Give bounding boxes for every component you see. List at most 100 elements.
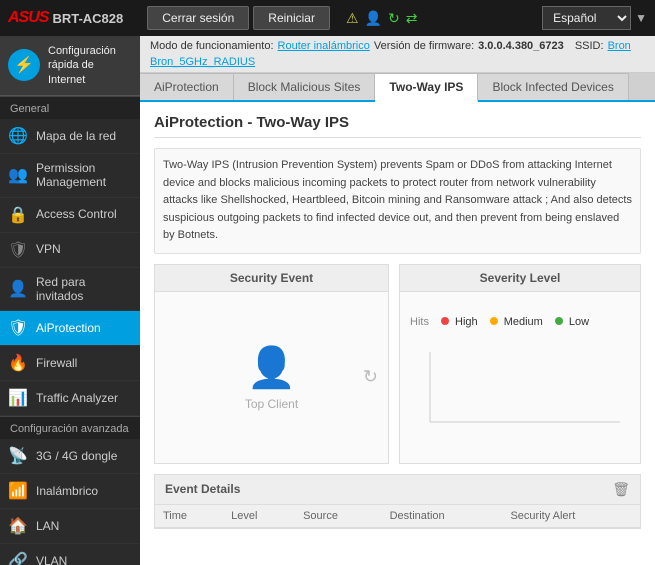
- ssid-value-link[interactable]: Bron: [608, 40, 631, 52]
- sidebar-item-vpn[interactable]: 🛡 VPN: [0, 233, 140, 268]
- header: ASUS BRT-AC828 Cerrar sesión Reiniciar ⚠…: [0, 0, 655, 36]
- sidebar-item-mapa[interactable]: 🌐 Mapa de la red: [0, 119, 140, 154]
- traffic-icon: 📊: [8, 388, 28, 408]
- severity-level-title: Severity Level: [400, 265, 640, 292]
- dongle-icon: 📡: [8, 446, 28, 466]
- high-dot: [441, 317, 449, 325]
- refresh-icon[interactable]: ↻: [388, 10, 400, 27]
- ssid2-value-link[interactable]: Bron_5GHz_RADIUS: [150, 56, 255, 68]
- sidebar-item-guest[interactable]: 👤 Red para invitados: [0, 268, 140, 312]
- col-level: Level: [223, 505, 295, 528]
- sidebar-item-wireless[interactable]: 📶 Inalámbrico: [0, 474, 140, 509]
- guest-icon: 👤: [8, 279, 28, 299]
- sev-content: Hits High Medium: [400, 302, 640, 452]
- network-map-icon: 🌐: [8, 126, 28, 146]
- sidebar-item-access[interactable]: 🔒 Access Control: [0, 198, 140, 233]
- quick-setup-label: Configuración rápida de Internet: [48, 44, 132, 87]
- user-icon: 👤: [365, 10, 382, 27]
- close-session-button[interactable]: Cerrar sesión: [147, 6, 249, 30]
- tab-two-way-ips[interactable]: Two-Way IPS: [375, 73, 478, 102]
- col-destination: Destination: [382, 505, 503, 528]
- network-icon: ⇄: [406, 10, 418, 27]
- vlan-icon: 🔗: [8, 551, 28, 565]
- low-dot: [555, 317, 563, 325]
- chart-area: [410, 342, 630, 442]
- sidebar-item-label: Red para invitados: [36, 275, 132, 304]
- description-text: Two-Way IPS (Intrusion Prevention System…: [154, 148, 641, 254]
- high-label: High: [455, 316, 478, 328]
- tab-aiprotection[interactable]: AiProtection: [140, 73, 234, 100]
- language-dropdown[interactable]: Español English Português: [542, 6, 631, 30]
- col-security-alert: Security Alert: [502, 505, 640, 528]
- top-client-label: Top Client: [245, 397, 298, 411]
- sidebar-item-lan[interactable]: 🏠 LAN: [0, 509, 140, 544]
- security-event-panel: Security Event 👤 Top Client ↻: [154, 264, 389, 464]
- wireless-icon: 📶: [8, 481, 28, 501]
- warning-icon: ⚠: [346, 10, 359, 27]
- firewall-icon: 🔥: [8, 353, 28, 373]
- chevron-down-icon: ▼: [635, 11, 647, 25]
- event-details-section: Event Details 🗑 Time Level Source Destin…: [154, 474, 641, 529]
- page-content: AiProtection - Two-Way IPS Two-Way IPS (…: [140, 102, 655, 565]
- severity-level-body: Hits High Medium: [400, 292, 640, 463]
- panels-row: Security Event 👤 Top Client ↻ Severity L…: [154, 264, 641, 464]
- high-legend: High: [441, 316, 478, 328]
- sidebar-item-label: 3G / 4G dongle: [36, 449, 117, 463]
- header-buttons: Cerrar sesión Reiniciar: [147, 6, 330, 30]
- sidebar-item-label: Firewall: [36, 356, 77, 370]
- event-details-header: Event Details 🗑: [155, 475, 640, 505]
- medium-label: Medium: [504, 316, 543, 328]
- firmware-value: 3.0.0.4.380_6723: [478, 40, 564, 52]
- advanced-section-title: Configuración avanzada: [0, 416, 140, 439]
- lan-icon: 🏠: [8, 516, 28, 536]
- sidebar-item-label: LAN: [36, 519, 59, 533]
- sidebar-item-label: Mapa de la red: [36, 129, 116, 143]
- trash-icon[interactable]: 🗑: [612, 481, 630, 498]
- event-details-title: Event Details: [165, 482, 240, 496]
- main-layout: ⚡ Configuración rápida de Internet Gener…: [0, 36, 655, 565]
- permission-icon: 👥: [8, 165, 28, 185]
- refresh-sec-icon[interactable]: ↻: [363, 367, 378, 388]
- content-area: Modo de funcionamiento: Router inalámbri…: [140, 36, 655, 565]
- tab-block-infected[interactable]: Block Infected Devices: [478, 73, 628, 100]
- vpn-icon: 🛡: [8, 240, 28, 260]
- ssid-label: SSID:: [575, 40, 604, 52]
- person-icon: 👤: [247, 344, 297, 391]
- lang-select[interactable]: Español English Português ▼: [542, 6, 647, 30]
- sidebar-item-label: Traffic Analyzer: [36, 391, 118, 405]
- aiprotection-icon: 🛡: [8, 318, 28, 338]
- sidebar-item-label: Inalámbrico: [36, 484, 98, 498]
- sidebar-item-vlan[interactable]: 🔗 VLAN: [0, 544, 140, 565]
- logo-area: ASUS BRT-AC828: [8, 9, 123, 27]
- sidebar-item-traffic[interactable]: 📊 Traffic Analyzer: [0, 381, 140, 416]
- low-legend: Low: [555, 316, 589, 328]
- medium-legend: Medium: [490, 316, 543, 328]
- mode-label: Modo de funcionamiento:: [150, 40, 274, 52]
- mode-value-link[interactable]: Router inalámbrico: [278, 40, 370, 52]
- sidebar: ⚡ Configuración rápida de Internet Gener…: [0, 36, 140, 565]
- quick-setup-icon: ⚡: [8, 49, 40, 81]
- tab-block-malicious[interactable]: Block Malicious Sites: [234, 73, 376, 100]
- quick-setup-item[interactable]: ⚡ Configuración rápida de Internet: [0, 36, 140, 96]
- info-bar: Modo de funcionamiento: Router inalámbri…: [140, 36, 655, 73]
- table-header-row: Time Level Source Destination Security A…: [155, 505, 640, 528]
- restart-button[interactable]: Reiniciar: [253, 6, 330, 30]
- page-title: AiProtection - Two-Way IPS: [154, 114, 641, 138]
- lock-icon: 🔒: [8, 205, 28, 225]
- severity-chart: [410, 342, 630, 442]
- sidebar-item-label: Access Control: [36, 207, 117, 221]
- security-event-body: 👤 Top Client ↻: [155, 292, 388, 463]
- sec-event-content: 👤 Top Client: [245, 344, 298, 411]
- sidebar-item-dongle[interactable]: 📡 3G / 4G dongle: [0, 439, 140, 474]
- header-icons: ⚠ 👤 ↻ ⇄: [346, 10, 417, 27]
- low-label: Low: [569, 316, 589, 328]
- sidebar-item-label: VLAN: [36, 554, 67, 565]
- event-table: Time Level Source Destination Security A…: [155, 505, 640, 528]
- sidebar-item-label: VPN: [36, 242, 61, 256]
- sidebar-item-label: Permission Management: [36, 161, 132, 190]
- sidebar-item-aiprotection[interactable]: 🛡 AiProtection: [0, 311, 140, 346]
- legend-row: Hits High Medium: [410, 312, 630, 332]
- sidebar-item-permission[interactable]: 👥 Permission Management: [0, 154, 140, 198]
- sidebar-item-firewall[interactable]: 🔥 Firewall: [0, 346, 140, 381]
- asus-logo: ASUS: [8, 9, 48, 27]
